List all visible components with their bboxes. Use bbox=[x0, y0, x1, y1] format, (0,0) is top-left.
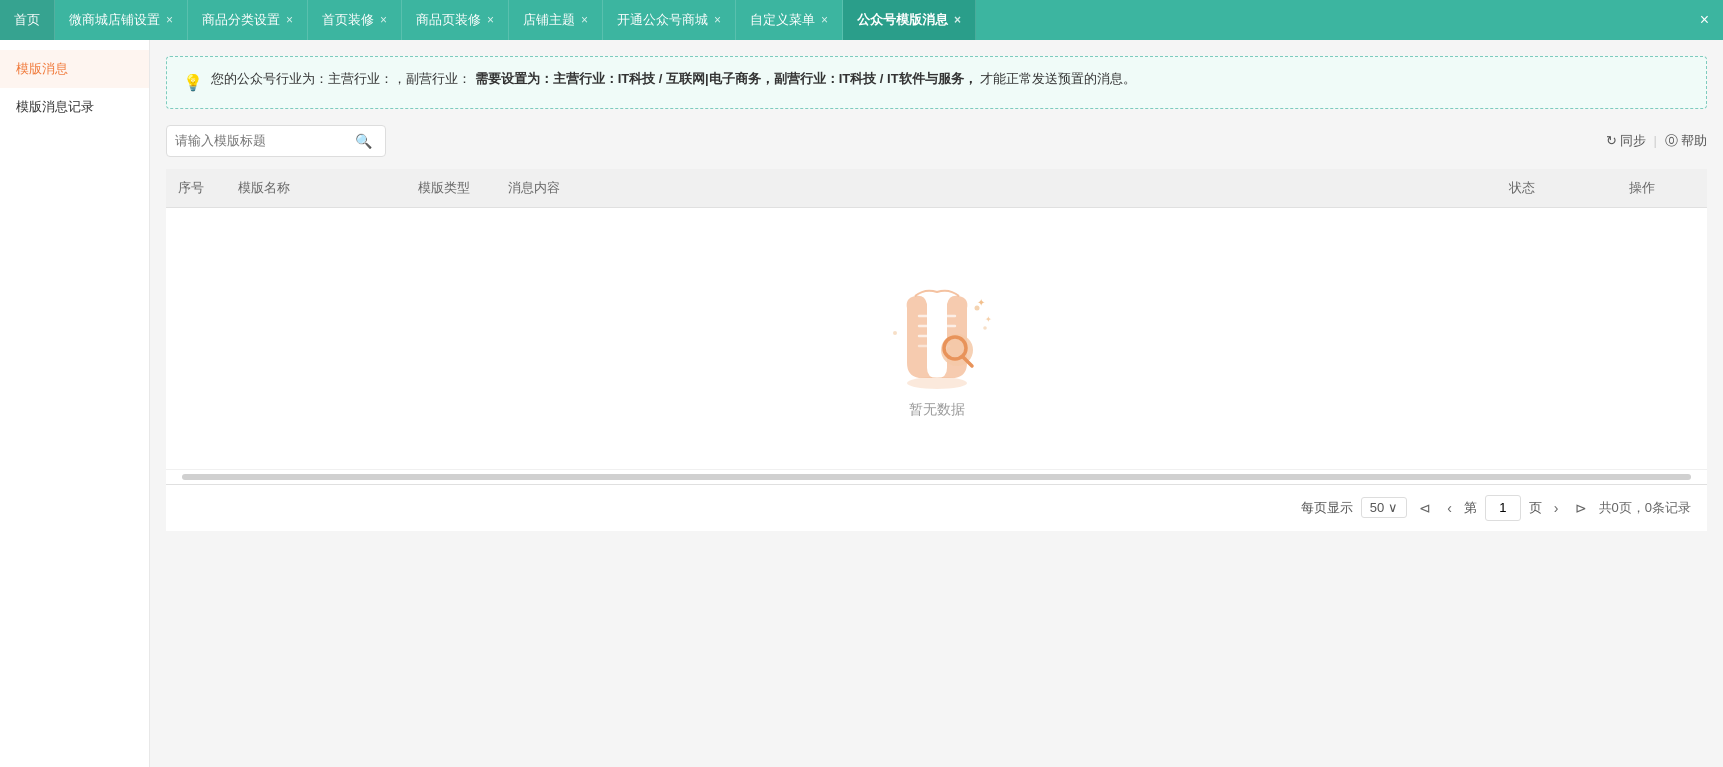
col-header-action: 操作 bbox=[1617, 169, 1707, 208]
tab-store-theme[interactable]: 店铺主题 × bbox=[509, 0, 603, 40]
page-size-value: 50 bbox=[1370, 500, 1384, 515]
help-button[interactable]: ⓪ 帮助 bbox=[1665, 132, 1707, 150]
page-input[interactable] bbox=[1485, 495, 1521, 521]
tab-category-settings[interactable]: 商品分类设置 × bbox=[188, 0, 308, 40]
tab-product-decor[interactable]: 商品页装修 × bbox=[402, 0, 509, 40]
svg-point-9 bbox=[983, 326, 987, 330]
tab-home[interactable]: 首页 bbox=[0, 0, 55, 40]
close-tab-4[interactable]: × bbox=[487, 13, 494, 27]
toolbar-right: ↻ 同步 | ⓪ 帮助 bbox=[1606, 132, 1707, 150]
close-tab-6[interactable]: × bbox=[714, 13, 721, 27]
sidebar: 模版消息 模版消息记录 bbox=[0, 40, 150, 767]
sync-icon: ↻ bbox=[1606, 133, 1617, 148]
scrollbar-area[interactable] bbox=[166, 470, 1707, 485]
scrollbar-track[interactable] bbox=[182, 474, 1691, 480]
top-nav: 首页 微商城店铺设置 × 商品分类设置 × 首页装修 × 商品页装修 × 店铺主… bbox=[0, 0, 1723, 40]
pagination: 每页显示 50 ∨ ⊲ ‹ 第 页 › ⊳ 共0页，0条记录 bbox=[166, 485, 1707, 531]
svg-point-10 bbox=[893, 331, 897, 335]
svg-text:✦: ✦ bbox=[977, 297, 985, 308]
col-header-type: 模版类型 bbox=[406, 169, 496, 208]
sidebar-item-template-msg[interactable]: 模版消息 bbox=[0, 50, 149, 88]
close-tab-1[interactable]: × bbox=[166, 13, 173, 27]
svg-point-0 bbox=[907, 377, 967, 389]
empty-text: 暂无数据 bbox=[178, 401, 1695, 419]
close-all-button[interactable]: × bbox=[1686, 11, 1723, 29]
divider: | bbox=[1654, 133, 1657, 148]
sync-button[interactable]: ↻ 同步 bbox=[1606, 132, 1646, 150]
empty-state: ✦ ✦ 暂无数据 bbox=[178, 218, 1695, 459]
search-box: 🔍 bbox=[166, 125, 386, 157]
chevron-down-icon: ∨ bbox=[1388, 500, 1398, 515]
tab-open-mall[interactable]: 开通公众号商城 × bbox=[603, 0, 736, 40]
col-header-content: 消息内容 bbox=[496, 169, 1497, 208]
sidebar-item-template-msg-record[interactable]: 模版消息记录 bbox=[0, 88, 149, 126]
page-unit: 页 bbox=[1529, 499, 1542, 517]
data-table: 序号 模版名称 模版类型 消息内容 状态 操作 bbox=[166, 169, 1707, 470]
close-tab-3[interactable]: × bbox=[380, 13, 387, 27]
search-input[interactable] bbox=[175, 133, 355, 148]
empty-state-row: ✦ ✦ 暂无数据 bbox=[166, 207, 1707, 469]
svg-text:✦: ✦ bbox=[985, 315, 992, 324]
page-size-label: 每页显示 bbox=[1301, 499, 1353, 517]
tab-store-settings[interactable]: 微商城店铺设置 × bbox=[55, 0, 188, 40]
last-page-button[interactable]: ⊳ bbox=[1571, 498, 1591, 518]
page-label: 第 bbox=[1464, 499, 1477, 517]
prev-page-button[interactable]: ‹ bbox=[1443, 498, 1456, 518]
col-header-name: 模版名称 bbox=[226, 169, 406, 208]
close-tab-7[interactable]: × bbox=[821, 13, 828, 27]
col-header-status: 状态 bbox=[1497, 169, 1617, 208]
tab-template-msg[interactable]: 公众号模版消息 × bbox=[843, 0, 976, 40]
toolbar: 🔍 ↻ 同步 | ⓪ 帮助 bbox=[166, 125, 1707, 157]
col-header-seq: 序号 bbox=[166, 169, 226, 208]
close-tab-8[interactable]: × bbox=[954, 13, 961, 27]
content-area: 💡 您的公众号行业为：主营行业：，副营行业： 需要设置为：主营行业：IT科技 /… bbox=[150, 40, 1723, 767]
search-icon[interactable]: 🔍 bbox=[355, 133, 372, 149]
first-page-button[interactable]: ⊲ bbox=[1415, 498, 1435, 518]
info-banner: 💡 您的公众号行业为：主营行业：，副营行业： 需要设置为：主营行业：IT科技 /… bbox=[166, 56, 1707, 109]
help-icon: ⓪ bbox=[1665, 132, 1678, 150]
bulb-icon: 💡 bbox=[183, 70, 203, 96]
page-size-select[interactable]: 50 ∨ bbox=[1361, 497, 1407, 518]
close-tab-5[interactable]: × bbox=[581, 13, 588, 27]
total-text: 共0页，0条记录 bbox=[1599, 499, 1691, 517]
table-header-row: 序号 模版名称 模版类型 消息内容 状态 操作 bbox=[166, 169, 1707, 208]
main-layout: 模版消息 模版消息记录 💡 您的公众号行业为：主营行业：，副营行业： 需要设置为… bbox=[0, 40, 1723, 767]
close-tab-2[interactable]: × bbox=[286, 13, 293, 27]
tab-home-decor[interactable]: 首页装修 × bbox=[308, 0, 402, 40]
next-page-button[interactable]: › bbox=[1550, 498, 1563, 518]
empty-illustration: ✦ ✦ bbox=[877, 278, 997, 398]
tab-custom-menu[interactable]: 自定义菜单 × bbox=[736, 0, 843, 40]
